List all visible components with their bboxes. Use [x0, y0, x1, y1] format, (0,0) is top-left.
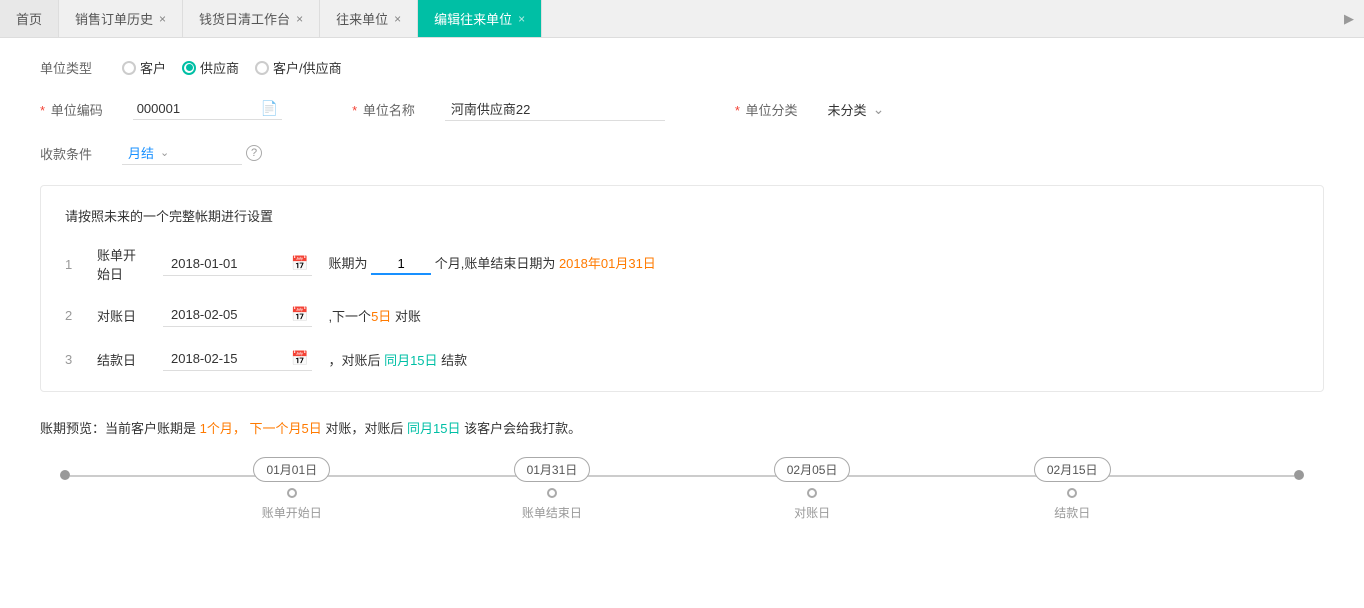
- close-edit-partner[interactable]: ×: [518, 12, 525, 26]
- preview-months: 1个月，: [200, 421, 246, 436]
- period-date-field-2[interactable]: 📅: [163, 303, 312, 327]
- tab-cash-work[interactable]: 钱货日清工作台 ×: [183, 0, 320, 37]
- timeline-label-1: 账单开始日: [262, 504, 322, 521]
- radio-supplier-circle: [182, 61, 196, 75]
- timeline-point-4: 02月15日 结款日: [1034, 457, 1111, 521]
- unit-info-row: * 单位编码 📄 * 单位名称 * 单位分类 未分类 ⌄: [40, 97, 1324, 121]
- timeline-badge-3: 02月05日: [774, 457, 851, 482]
- preview-reconcile-day: 下一个月5日: [250, 421, 322, 436]
- timeline-point-2: 01月31日 账单结束日: [514, 457, 591, 521]
- timeline-badge-2: 01月31日: [514, 457, 591, 482]
- close-cash-work[interactable]: ×: [296, 12, 303, 26]
- unit-code-field[interactable]: 📄: [133, 98, 282, 120]
- radio-customer-label: 客户: [140, 58, 166, 77]
- unit-code-icon[interactable]: 📄: [261, 100, 278, 117]
- radio-both-label: 客户/供应商: [273, 58, 342, 77]
- timeline-label-4: 结款日: [1054, 504, 1090, 521]
- unit-type-row: 单位类型 客户 供应商 客户/供应商: [40, 58, 1324, 77]
- unit-type-label: 单位类型: [40, 58, 92, 77]
- period-date-input-3[interactable]: [167, 349, 287, 368]
- close-sales-history[interactable]: ×: [159, 12, 166, 26]
- payment-condition-row: 收款条件 月结 ⌄ ?: [40, 141, 1324, 165]
- period-desc-1: 账期为 个月,账单结束日期为 2018年01月31日: [328, 253, 655, 275]
- period-row-1: 1 账单开始日 📅 账期为 个月,账单结束日期为 2018年01月31日: [65, 245, 1299, 283]
- period-row-3: 3 结款日 📅 ，对账后 同月15日 结款: [65, 347, 1299, 371]
- period-date-input-2[interactable]: [167, 305, 287, 324]
- period-row-2: 2 对账日 📅 ,下一个5日 对账: [65, 303, 1299, 327]
- timeline-point-1: 01月01日 账单开始日: [253, 457, 330, 521]
- unit-code-input[interactable]: [137, 101, 257, 116]
- tab-partner-units[interactable]: 往来单位 ×: [320, 0, 418, 37]
- tab-sales-history[interactable]: 销售订单历史 ×: [59, 0, 183, 37]
- period-num-1: 1: [65, 257, 81, 272]
- period-box-title: 请按照未来的一个完整帐期进行设置: [65, 206, 1299, 225]
- preview-text: 账期预览：当前客户账期是 1个月， 下一个月5日 对账，对账后 同月15日 该客…: [40, 408, 1324, 457]
- reconcile-highlight: 5日: [371, 309, 391, 324]
- unit-classification-select[interactable]: 未分类 ⌄: [828, 100, 885, 119]
- unit-classification-arrow[interactable]: ⌄: [873, 101, 885, 118]
- tab-home[interactable]: 首页: [0, 0, 59, 37]
- tab-arrow[interactable]: ▶: [1334, 0, 1364, 37]
- timeline-label-3: 对账日: [794, 504, 830, 521]
- period-date-field-1[interactable]: 📅: [163, 252, 312, 276]
- radio-both[interactable]: 客户/供应商: [255, 58, 342, 77]
- period-num-3: 3: [65, 352, 81, 367]
- calendar-icon-2[interactable]: 📅: [291, 306, 308, 323]
- radio-supplier-label: 供应商: [200, 58, 239, 77]
- unit-name-label: * 单位名称: [352, 100, 415, 119]
- period-label-3: 结款日: [97, 350, 147, 369]
- period-desc-2: ,下一个5日 对账: [328, 306, 420, 325]
- period-label-2: 对账日: [97, 306, 147, 325]
- period-num-2: 2: [65, 308, 81, 323]
- radio-customer[interactable]: 客户: [122, 58, 166, 77]
- payment-condition-label: 收款条件: [40, 144, 92, 163]
- payment-condition-value: 月结: [128, 143, 154, 162]
- radio-both-circle: [255, 61, 269, 75]
- unit-code-label: * 单位编码: [40, 100, 103, 119]
- calendar-icon-1[interactable]: 📅: [291, 255, 308, 272]
- timeline-end-dot: [1294, 470, 1304, 480]
- timeline-start-dot: [60, 470, 70, 480]
- tab-bar: 首页 销售订单历史 × 钱货日清工作台 × 往来单位 × 编辑往来单位 × ▶: [0, 0, 1364, 38]
- timeline-container: 01月01日 账单开始日 01月31日 账单结束日 02月05日 对账日: [60, 457, 1304, 521]
- preview-payment-day: 同月15日: [407, 421, 460, 436]
- period-label-1: 账单开始日: [97, 245, 147, 283]
- close-partner-units[interactable]: ×: [394, 12, 401, 26]
- period-end-date: 2018年01月31日: [559, 256, 656, 271]
- tab-edit-partner[interactable]: 编辑往来单位 ×: [418, 0, 542, 37]
- timeline-badge-1: 01月01日: [253, 457, 330, 482]
- period-date-field-3[interactable]: 📅: [163, 347, 312, 371]
- unit-type-radio-group: 客户 供应商 客户/供应商: [122, 58, 342, 77]
- payment-condition-dropdown[interactable]: 月结 ⌄ ?: [122, 141, 262, 165]
- payment-condition-select[interactable]: 月结 ⌄: [122, 141, 242, 165]
- payment-condition-arrow: ⌄: [160, 146, 169, 159]
- main-content: 单位类型 客户 供应商 客户/供应商 * 单位编码 📄 *: [0, 38, 1364, 608]
- calendar-icon-3[interactable]: 📅: [291, 350, 308, 367]
- timeline-label-2: 账单结束日: [522, 504, 582, 521]
- period-settings-box: 请按照未来的一个完整帐期进行设置 1 账单开始日 📅 账期为 个月,账单结束日期…: [40, 185, 1324, 392]
- months-input[interactable]: [371, 254, 431, 275]
- radio-customer-circle: [122, 61, 136, 75]
- radio-supplier[interactable]: 供应商: [182, 58, 239, 77]
- unit-name-input[interactable]: [445, 97, 665, 121]
- unit-classification-value: 未分类: [828, 100, 867, 119]
- unit-classification-label: * 单位分类: [735, 100, 798, 119]
- timeline-badge-4: 02月15日: [1034, 457, 1111, 482]
- timeline-point-3: 02月05日 对账日: [774, 457, 851, 521]
- payment-help-icon[interactable]: ?: [246, 145, 262, 161]
- period-desc-3: ，对账后 同月15日 结款: [328, 350, 467, 369]
- period-date-input-1[interactable]: [167, 254, 287, 273]
- timeline-wrapper: 01月01日 账单开始日 01月31日 账单结束日 02月05日 对账日: [40, 457, 1324, 521]
- payment-highlight: 同月15日: [384, 353, 437, 368]
